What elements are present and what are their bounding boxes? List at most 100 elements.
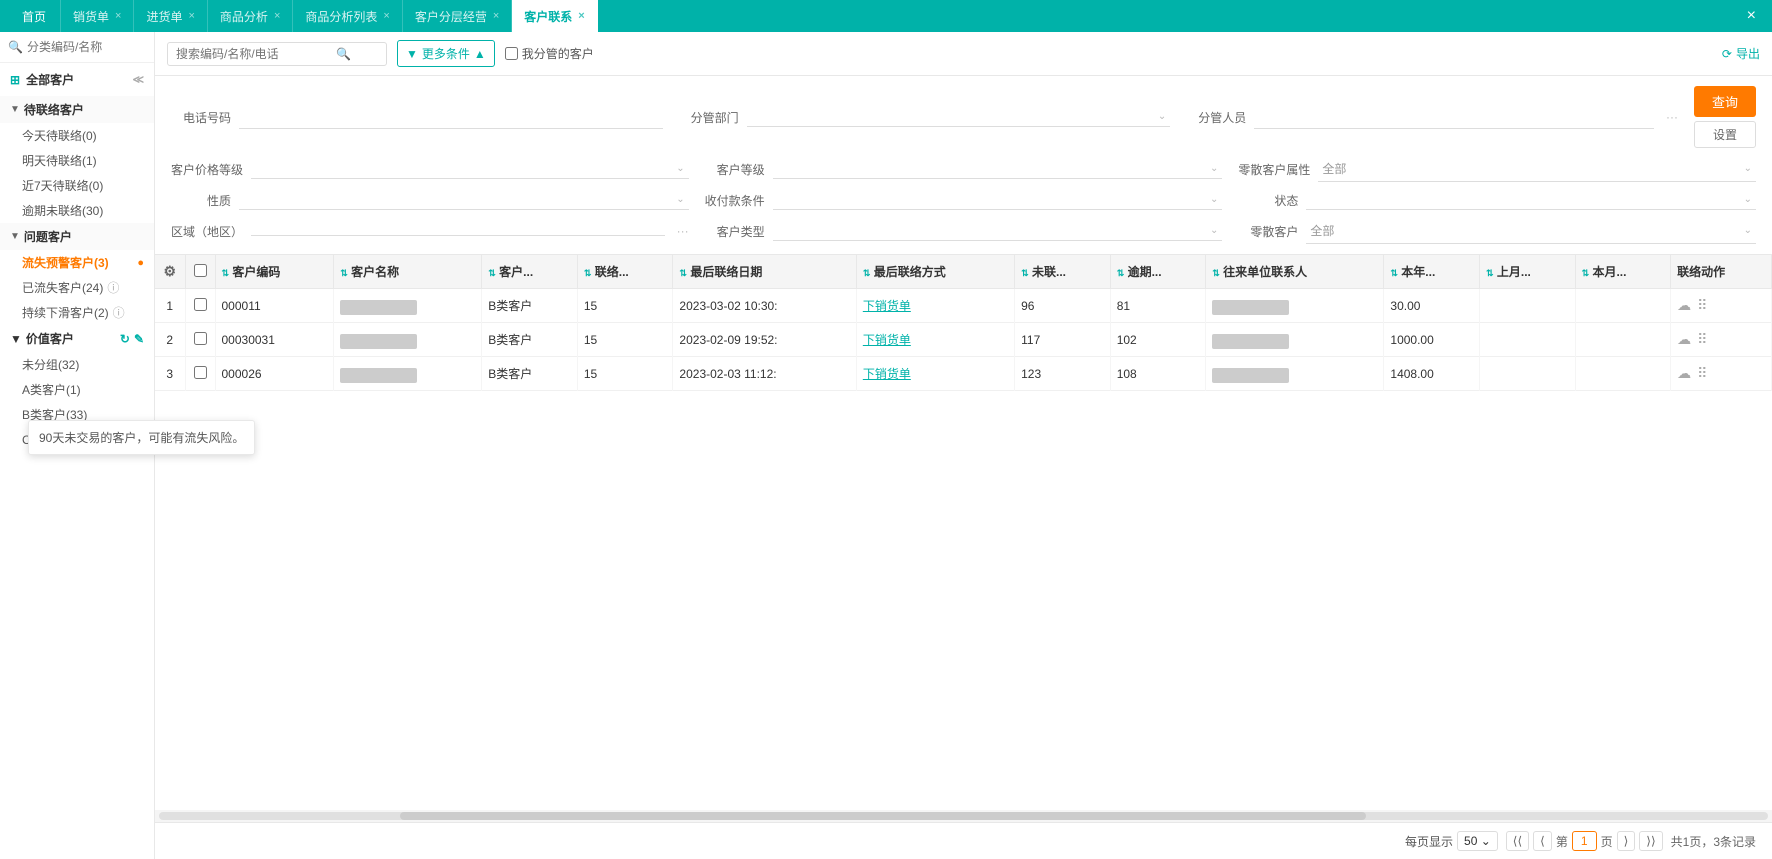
filter-price-level-select[interactable]: ⌄: [251, 159, 689, 179]
more-icon[interactable]: ···: [1666, 110, 1678, 124]
cell-checkbox[interactable]: [185, 289, 215, 323]
export-button[interactable]: ⟳ 导出: [1722, 45, 1760, 62]
table-row: 3 000026 blurred5 B类客户 15 2023-02-03 11:…: [155, 357, 1772, 391]
sort-icon[interactable]: ⇅: [488, 268, 496, 278]
filter-phone-input[interactable]: [239, 106, 663, 129]
cell-last-method[interactable]: 下销货单: [856, 357, 1014, 391]
my-customers-checkbox[interactable]: [505, 47, 518, 60]
sort-icon[interactable]: ⇅: [222, 268, 230, 278]
close-icon[interactable]: ×: [578, 10, 584, 22]
col-settings[interactable]: ⚙: [155, 255, 185, 289]
filter-nature-select[interactable]: ⌄: [239, 190, 689, 210]
sort-icon[interactable]: ⇅: [863, 268, 871, 278]
collapse-icon[interactable]: ≪: [132, 73, 144, 86]
filter-retail-attr-label: 零散客户属性: [1238, 161, 1310, 178]
contact-icon[interactable]: ☁: [1677, 365, 1691, 382]
cell-checkbox[interactable]: [185, 323, 215, 357]
sidebar-item-churned[interactable]: 已流失客户(24) ⓘ: [0, 275, 154, 300]
sidebar-item-class-a[interactable]: A类客户(1): [0, 377, 154, 402]
cell-checkbox[interactable]: [185, 357, 215, 391]
more-icon2[interactable]: ···: [677, 224, 689, 238]
current-page-button[interactable]: 1: [1572, 831, 1597, 851]
row-checkbox[interactable]: [194, 332, 207, 345]
scroll-thumb[interactable]: [400, 812, 1365, 820]
sidebar-item-declining[interactable]: 持续下滑客户(2) ⓘ: [0, 300, 154, 325]
select-all-checkbox[interactable]: [194, 264, 207, 277]
sort-icon[interactable]: ⇅: [1582, 268, 1590, 278]
horizontal-scrollbar[interactable]: [155, 810, 1772, 822]
contact-icon[interactable]: ☁: [1677, 297, 1691, 314]
tab-customer-contact[interactable]: 客户联系 ×: [512, 0, 597, 32]
sidebar-item-today[interactable]: 今天待联络(0): [0, 123, 154, 148]
prev-page-button[interactable]: ⟨: [1533, 831, 1552, 851]
sidebar-group-value[interactable]: ▼ 价值客户 ↻ ✎: [0, 325, 154, 352]
sidebar-group-problem[interactable]: ▼ 问题客户: [0, 223, 154, 250]
close-all-button[interactable]: ×: [1739, 7, 1764, 25]
close-icon[interactable]: ×: [493, 10, 499, 22]
filter-manager-input[interactable]: [1254, 106, 1654, 129]
sort-icon[interactable]: ⇅: [1212, 268, 1220, 278]
my-customers-checkbox-label[interactable]: 我分管的客户: [505, 45, 594, 62]
close-icon[interactable]: ×: [274, 10, 280, 22]
filter-dept-select[interactable]: ⌄: [747, 107, 1171, 127]
filter-region-select[interactable]: [251, 227, 665, 236]
filter-customer-level-label: 客户等级: [705, 161, 765, 178]
more-actions-icon[interactable]: ⠿: [1697, 365, 1707, 382]
sidebar-all-customers[interactable]: ⊞ 全部客户 ≪: [0, 63, 154, 96]
sidebar-item-7days[interactable]: 近7天待联络(0): [0, 173, 154, 198]
last-page-button[interactable]: ⟩⟩: [1639, 831, 1662, 851]
refresh-icon[interactable]: ↻: [120, 332, 130, 346]
close-icon[interactable]: ×: [115, 10, 121, 22]
last-method-link[interactable]: 下销货单: [863, 299, 911, 313]
query-button[interactable]: 查询: [1694, 86, 1756, 117]
tab-analysis[interactable]: 商品分析 ×: [208, 0, 293, 32]
sidebar-group-pending[interactable]: ▼ 待联络客户: [0, 96, 154, 123]
last-method-link[interactable]: 下销货单: [863, 333, 911, 347]
filter-customer-type-select[interactable]: ⌄: [773, 221, 1223, 241]
settings-button[interactable]: 设置: [1694, 121, 1756, 148]
sort-icon[interactable]: ⇅: [679, 268, 687, 278]
settings-icon[interactable]: ⚙: [163, 263, 176, 279]
cell-last-method[interactable]: 下销货单: [856, 289, 1014, 323]
sort-icon[interactable]: ⇅: [584, 268, 592, 278]
sort-icon[interactable]: ⇅: [340, 268, 348, 278]
search-button[interactable]: 🔍: [336, 47, 351, 61]
edit-icon[interactable]: ✎: [134, 332, 144, 346]
sidebar-item-ungrouped[interactable]: 未分组(32): [0, 352, 154, 377]
filter-payment-select[interactable]: ⌄: [773, 190, 1223, 210]
sidebar-search-input[interactable]: [27, 40, 155, 54]
next-page-button[interactable]: ⟩: [1617, 831, 1636, 851]
cell-last-method[interactable]: 下销货单: [856, 323, 1014, 357]
filter-row-2: 客户价格等级 ⌄ 客户等级 ⌄ 零散客户属性 全部 ⌄: [171, 156, 1756, 182]
sort-icon[interactable]: ⇅: [1021, 268, 1029, 278]
row-checkbox[interactable]: [194, 366, 207, 379]
first-page-button[interactable]: ⟨⟨: [1506, 831, 1529, 851]
more-actions-icon[interactable]: ⠿: [1697, 297, 1707, 314]
close-icon[interactable]: ×: [383, 10, 389, 22]
more-filter-button[interactable]: ▼ 更多条件 ▲: [397, 40, 495, 67]
tab-home[interactable]: 首页: [8, 0, 61, 32]
filter-retail-attr-select[interactable]: 全部 ⌄: [1318, 156, 1756, 182]
cell-last-month: [1479, 357, 1575, 391]
blurred-name: blurred1: [340, 300, 417, 315]
tab-analysis-list[interactable]: 商品分析列表 ×: [293, 0, 402, 32]
sidebar-item-overdue[interactable]: 逾期未联络(30): [0, 198, 154, 223]
filter-retail-customer-select[interactable]: 全部 ⌄: [1306, 218, 1756, 244]
filter-status-select[interactable]: ⌄: [1306, 190, 1756, 210]
filter-customer-level-select[interactable]: ⌄: [773, 159, 1223, 179]
contact-icon[interactable]: ☁: [1677, 331, 1691, 348]
tab-sales[interactable]: 销货单 ×: [61, 0, 134, 32]
sort-icon[interactable]: ⇅: [1390, 268, 1398, 278]
search-input[interactable]: [176, 47, 336, 61]
tab-customer-tier[interactable]: 客户分层经营 ×: [403, 0, 512, 32]
sort-icon[interactable]: ⇅: [1117, 268, 1125, 278]
close-icon[interactable]: ×: [188, 10, 194, 22]
page-size-box[interactable]: 50 ⌄: [1457, 831, 1498, 851]
more-actions-icon[interactable]: ⠿: [1697, 331, 1707, 348]
row-checkbox[interactable]: [194, 298, 207, 311]
sidebar-item-churn-warning[interactable]: 流失预警客户(3) ●: [0, 250, 154, 275]
sort-icon[interactable]: ⇅: [1486, 268, 1494, 278]
tab-purchase[interactable]: 进货单 ×: [134, 0, 207, 32]
sidebar-item-tomorrow[interactable]: 明天待联络(1): [0, 148, 154, 173]
last-method-link[interactable]: 下销货单: [863, 367, 911, 381]
